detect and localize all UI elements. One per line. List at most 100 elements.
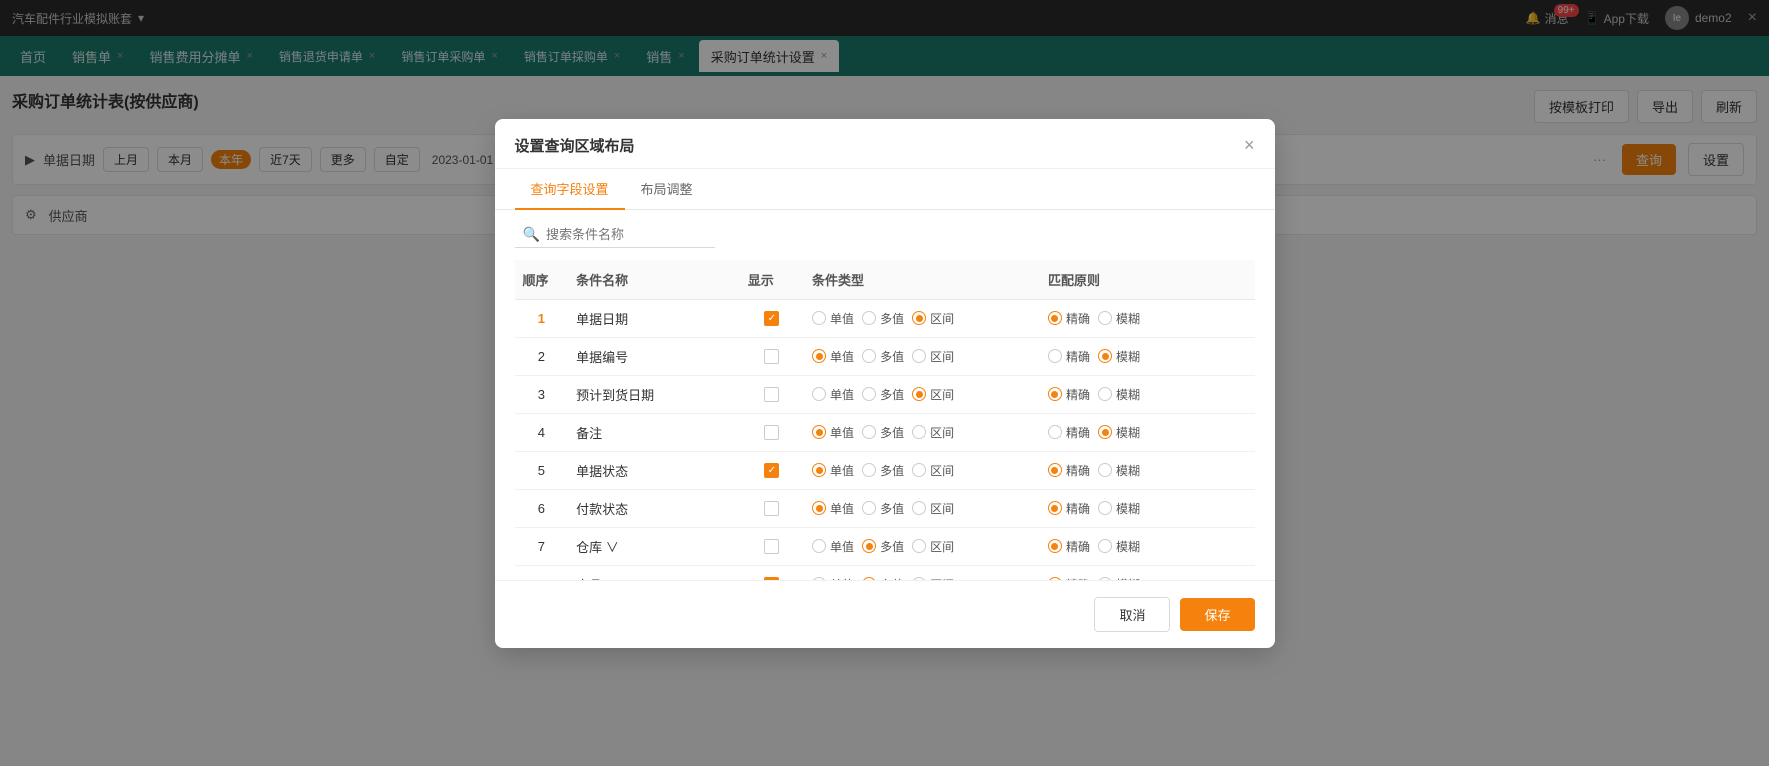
dialog-title: 设置查询区域布局: [515, 135, 635, 156]
match-precise-radio[interactable]: [1048, 539, 1062, 553]
type-range-radio[interactable]: [912, 425, 926, 439]
type-multi-option[interactable]: 多值: [862, 310, 904, 327]
type-range-option[interactable]: 区间: [912, 386, 954, 403]
type-single-radio[interactable]: [812, 311, 826, 325]
dialog-table-wrap: 顺序 条件名称 显示 条件类型 匹配原则 1单据日期✓单值多值区间精确模糊2单据…: [495, 260, 1275, 580]
type-range-radio[interactable]: [912, 463, 926, 477]
match-precise-option[interactable]: 精确: [1048, 310, 1090, 327]
type-range-radio[interactable]: [912, 539, 926, 553]
type-multi-radio[interactable]: [862, 425, 876, 439]
match-fuzzy-radio[interactable]: [1098, 349, 1112, 363]
type-multi-option[interactable]: 多值: [862, 462, 904, 479]
type-single-radio[interactable]: [812, 539, 826, 553]
type-multi-option[interactable]: 多值: [862, 538, 904, 555]
type-single-option[interactable]: 单值: [812, 424, 854, 441]
dialog-tab-query-fields[interactable]: 查询字段设置: [515, 169, 625, 210]
type-range-radio[interactable]: [912, 501, 926, 515]
type-range-radio[interactable]: [912, 311, 926, 325]
type-multi-radio[interactable]: [862, 311, 876, 325]
type-multi-radio[interactable]: [862, 349, 876, 363]
row-show[interactable]: [740, 489, 804, 527]
row-show[interactable]: [740, 527, 804, 565]
match-precise-option[interactable]: 精确: [1048, 462, 1090, 479]
match-fuzzy-option[interactable]: 模糊: [1098, 386, 1140, 403]
row-show[interactable]: [740, 375, 804, 413]
match-fuzzy-option[interactable]: 模糊: [1098, 348, 1140, 365]
type-single-option[interactable]: 单值: [812, 310, 854, 327]
type-multi-option[interactable]: 多值: [862, 386, 904, 403]
show-checkbox[interactable]: ✓: [764, 311, 779, 326]
match-precise-option[interactable]: 精确: [1048, 348, 1090, 365]
type-single-option[interactable]: 单值: [812, 348, 854, 365]
search-input[interactable]: [546, 227, 686, 242]
save-btn[interactable]: 保存: [1180, 598, 1254, 631]
type-single-option[interactable]: 单值: [812, 386, 854, 403]
type-multi-radio[interactable]: [862, 539, 876, 553]
match-fuzzy-radio[interactable]: [1098, 501, 1112, 515]
row-show[interactable]: ✓: [740, 565, 804, 580]
match-fuzzy-radio[interactable]: [1098, 425, 1112, 439]
match-precise-radio[interactable]: [1048, 425, 1062, 439]
show-checkbox[interactable]: ✓: [764, 463, 779, 478]
match-precise-radio[interactable]: [1048, 387, 1062, 401]
type-multi-radio[interactable]: [862, 501, 876, 515]
show-checkbox[interactable]: [764, 387, 779, 402]
type-range-option[interactable]: 区间: [912, 538, 954, 555]
type-range-option[interactable]: 区间: [912, 348, 954, 365]
type-range-radio[interactable]: [912, 387, 926, 401]
match-precise-radio[interactable]: [1048, 349, 1062, 363]
row-name: 商品 ∨: [568, 565, 740, 580]
type-single-radio[interactable]: [812, 349, 826, 363]
type-multi-option[interactable]: 多值: [862, 424, 904, 441]
match-fuzzy-option[interactable]: 模糊: [1098, 500, 1140, 517]
match-fuzzy-option[interactable]: 模糊: [1098, 310, 1140, 327]
type-multi-option[interactable]: 多值: [862, 500, 904, 517]
show-checkbox[interactable]: [764, 425, 779, 440]
match-precise-option[interactable]: 精确: [1048, 386, 1090, 403]
match-precise-option[interactable]: 精确: [1048, 500, 1090, 517]
match-fuzzy-radio[interactable]: [1098, 539, 1112, 553]
type-single-option[interactable]: 单值: [812, 538, 854, 555]
match-fuzzy-option[interactable]: 模糊: [1098, 538, 1140, 555]
table-header: 顺序 条件名称 显示 条件类型 匹配原则: [515, 260, 1255, 300]
match-precise-radio[interactable]: [1048, 311, 1062, 325]
cancel-btn[interactable]: 取消: [1094, 597, 1170, 632]
row-match: 精确模糊: [1040, 489, 1255, 527]
type-range-option[interactable]: 区间: [912, 462, 954, 479]
row-show[interactable]: [740, 413, 804, 451]
match-fuzzy-option[interactable]: 模糊: [1098, 462, 1140, 479]
col-header-match: 匹配原则: [1040, 260, 1255, 300]
show-checkbox[interactable]: [764, 539, 779, 554]
type-single-radio[interactable]: [812, 463, 826, 477]
show-checkbox[interactable]: [764, 349, 779, 364]
type-single-radio[interactable]: [812, 501, 826, 515]
type-single-radio[interactable]: [812, 387, 826, 401]
type-range-option[interactable]: 区间: [912, 424, 954, 441]
row-name: 单据编号: [568, 337, 740, 375]
type-single-option[interactable]: 单值: [812, 500, 854, 517]
type-range-radio[interactable]: [912, 349, 926, 363]
type-single-option[interactable]: 单值: [812, 462, 854, 479]
row-type: 单值多值区间: [804, 527, 1040, 565]
match-precise-option[interactable]: 精确: [1048, 424, 1090, 441]
match-precise-radio[interactable]: [1048, 463, 1062, 477]
dialog-close-btn[interactable]: ×: [1244, 136, 1255, 154]
match-fuzzy-radio[interactable]: [1098, 311, 1112, 325]
match-fuzzy-option[interactable]: 模糊: [1098, 424, 1140, 441]
type-multi-radio[interactable]: [862, 387, 876, 401]
row-show[interactable]: ✓: [740, 451, 804, 489]
row-type: 单值多值区间: [804, 299, 1040, 337]
match-fuzzy-radio[interactable]: [1098, 463, 1112, 477]
row-show[interactable]: ✓: [740, 299, 804, 337]
show-checkbox[interactable]: [764, 501, 779, 516]
match-fuzzy-radio[interactable]: [1098, 387, 1112, 401]
dialog-tab-layout-adjust[interactable]: 布局调整: [625, 169, 709, 210]
match-precise-option[interactable]: 精确: [1048, 538, 1090, 555]
type-range-option[interactable]: 区间: [912, 500, 954, 517]
type-single-radio[interactable]: [812, 425, 826, 439]
type-multi-radio[interactable]: [862, 463, 876, 477]
type-range-option[interactable]: 区间: [912, 310, 954, 327]
match-precise-radio[interactable]: [1048, 501, 1062, 515]
type-multi-option[interactable]: 多值: [862, 348, 904, 365]
row-show[interactable]: [740, 337, 804, 375]
